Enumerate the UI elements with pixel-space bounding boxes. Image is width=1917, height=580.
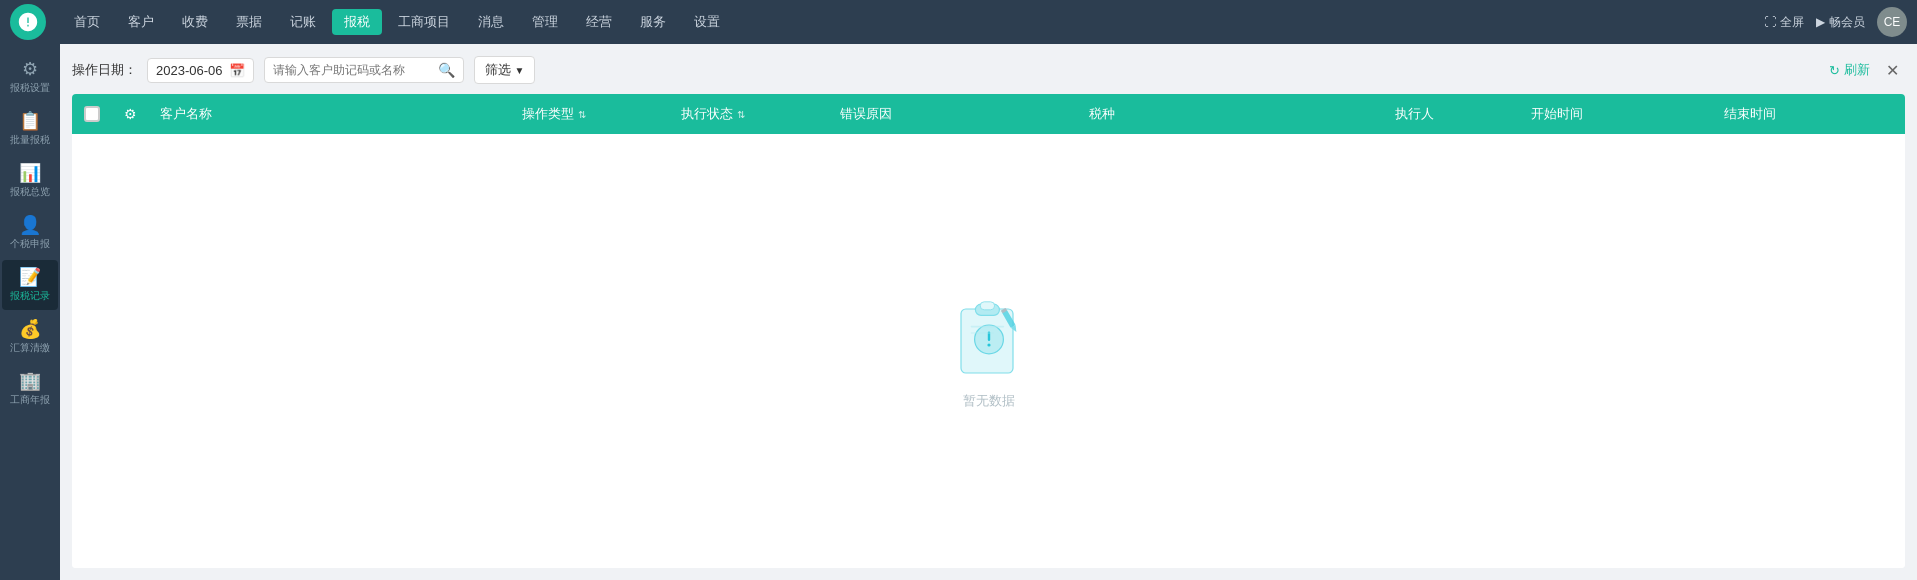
empty-state: 暂无数据 [949,292,1029,410]
annual-report-icon: 🏢 [19,372,41,390]
close-button[interactable]: ✕ [1880,59,1905,82]
sidebar-item-annual-report[interactable]: 🏢 工商年报 [2,364,58,414]
fullscreen-button[interactable]: ⛶ 全屏 [1764,14,1804,31]
th-start-time: 开始时间 [1519,105,1712,123]
sidebar-item-label: 报税总览 [10,186,50,198]
th-settings[interactable]: ⚙ [112,106,148,122]
sidebar-item-tax-settings[interactable]: ⚙ 报税设置 [2,52,58,102]
fullscreen-icon: ⛶ [1764,15,1776,29]
filter-label: 筛选 [485,61,511,79]
sort-icon: ⇅ [737,109,745,120]
nav-invoice[interactable]: 票据 [224,9,274,35]
annual-settlement-icon: 💰 [19,320,41,338]
nav-right-area: ⛶ 全屏 ▶ 畅会员 CE [1764,7,1907,37]
sidebar-item-label: 个税申报 [10,238,50,250]
th-exec-status[interactable]: 执行状态 ⇅ [669,105,828,123]
sidebar: ⚙ 报税设置 📋 批量报税 📊 报税总览 👤 个税申报 📝 报税记录 💰 汇算清… [0,44,60,580]
sidebar-item-personal-tax[interactable]: 👤 个税申报 [2,208,58,258]
user-avatar[interactable]: CE [1877,7,1907,37]
refresh-icon: ↻ [1829,63,1840,78]
nav-settings[interactable]: 设置 [682,9,732,35]
date-picker[interactable]: 2023-06-06 📅 [147,58,254,83]
sidebar-item-label: 汇算清缴 [10,342,50,354]
search-icon: 🔍 [438,62,455,78]
nav-service[interactable]: 服务 [628,9,678,35]
th-client-name: 客户名称 [148,105,510,123]
chevron-down-icon: ▼ [515,65,525,76]
table-container: ⚙ 客户名称 操作类型 ⇅ 执行状态 ⇅ 错误原因 税种 [72,94,1905,568]
member-button[interactable]: ▶ 畅会员 [1816,14,1865,31]
nav-business[interactable]: 工商项目 [386,9,462,35]
th-op-type[interactable]: 操作类型 ⇅ [510,105,669,123]
sidebar-item-batch-tax[interactable]: 📋 批量报税 [2,104,58,154]
column-settings-icon[interactable]: ⚙ [124,106,137,122]
app-logo[interactable] [10,4,46,40]
table-header: ⚙ 客户名称 操作类型 ⇅ 执行状态 ⇅ 错误原因 税种 [72,94,1905,134]
th-executor: 执行人 [1383,105,1520,123]
refresh-label: 刷新 [1844,61,1870,79]
personal-tax-icon: 👤 [19,216,41,234]
empty-text: 暂无数据 [963,392,1015,410]
top-navigation: 首页 客户 收费 票据 记账 报税 工商项目 消息 管理 经营 服务 设置 ⛶ … [0,0,1917,44]
nav-message[interactable]: 消息 [466,9,516,35]
date-label: 操作日期： [72,61,137,79]
play-icon: ▶ [1816,15,1825,29]
toolbar: 操作日期： 2023-06-06 📅 🔍 筛选 ▼ ↻ 刷新 ✕ [72,56,1905,84]
nav-tax[interactable]: 报税 [332,9,382,35]
tax-settings-icon: ⚙ [22,60,38,78]
nav-items-list: 首页 客户 收费 票据 记账 报税 工商项目 消息 管理 经营 服务 设置 [62,9,1764,35]
sidebar-item-label: 报税记录 [10,290,50,302]
sidebar-item-tax-overview[interactable]: 📊 报税总览 [2,156,58,206]
select-all-checkbox[interactable] [84,106,100,122]
main-layout: ⚙ 报税设置 📋 批量报税 📊 报税总览 👤 个税申报 📝 报税记录 💰 汇算清… [0,44,1917,580]
content-area: 操作日期： 2023-06-06 📅 🔍 筛选 ▼ ↻ 刷新 ✕ [60,44,1917,580]
sidebar-item-label: 批量报税 [10,134,50,146]
sidebar-item-label: 工商年报 [10,394,50,406]
nav-accounting[interactable]: 记账 [278,9,328,35]
search-wrapper[interactable]: 🔍 [264,57,464,83]
th-error-reason: 错误原因 [828,105,1077,123]
tax-record-icon: 📝 [19,268,41,286]
calendar-icon: 📅 [229,63,245,78]
nav-home[interactable]: 首页 [62,9,112,35]
table-body: 暂无数据 [72,134,1905,568]
th-tax-type: 税种 [1077,105,1382,123]
filter-button[interactable]: 筛选 ▼ [474,56,536,84]
nav-client[interactable]: 客户 [116,9,166,35]
nav-manage[interactable]: 管理 [520,9,570,35]
nav-operation[interactable]: 经营 [574,9,624,35]
th-end-time: 结束时间 [1712,105,1905,123]
svg-rect-2 [980,302,994,310]
sidebar-item-label: 报税设置 [10,82,50,94]
search-input[interactable] [273,63,432,77]
sidebar-item-annual-settlement[interactable]: 💰 汇算清缴 [2,312,58,362]
th-checkbox[interactable] [72,106,112,122]
batch-tax-icon: 📋 [19,112,41,130]
date-value: 2023-06-06 [156,63,223,78]
empty-illustration-svg [949,292,1029,382]
tax-overview-icon: 📊 [19,164,41,182]
sort-icon: ⇅ [578,109,586,120]
svg-point-5 [987,343,990,346]
sidebar-item-tax-record[interactable]: 📝 报税记录 [2,260,58,310]
nav-billing[interactable]: 收费 [170,9,220,35]
refresh-button[interactable]: ↻ 刷新 [1829,61,1870,79]
